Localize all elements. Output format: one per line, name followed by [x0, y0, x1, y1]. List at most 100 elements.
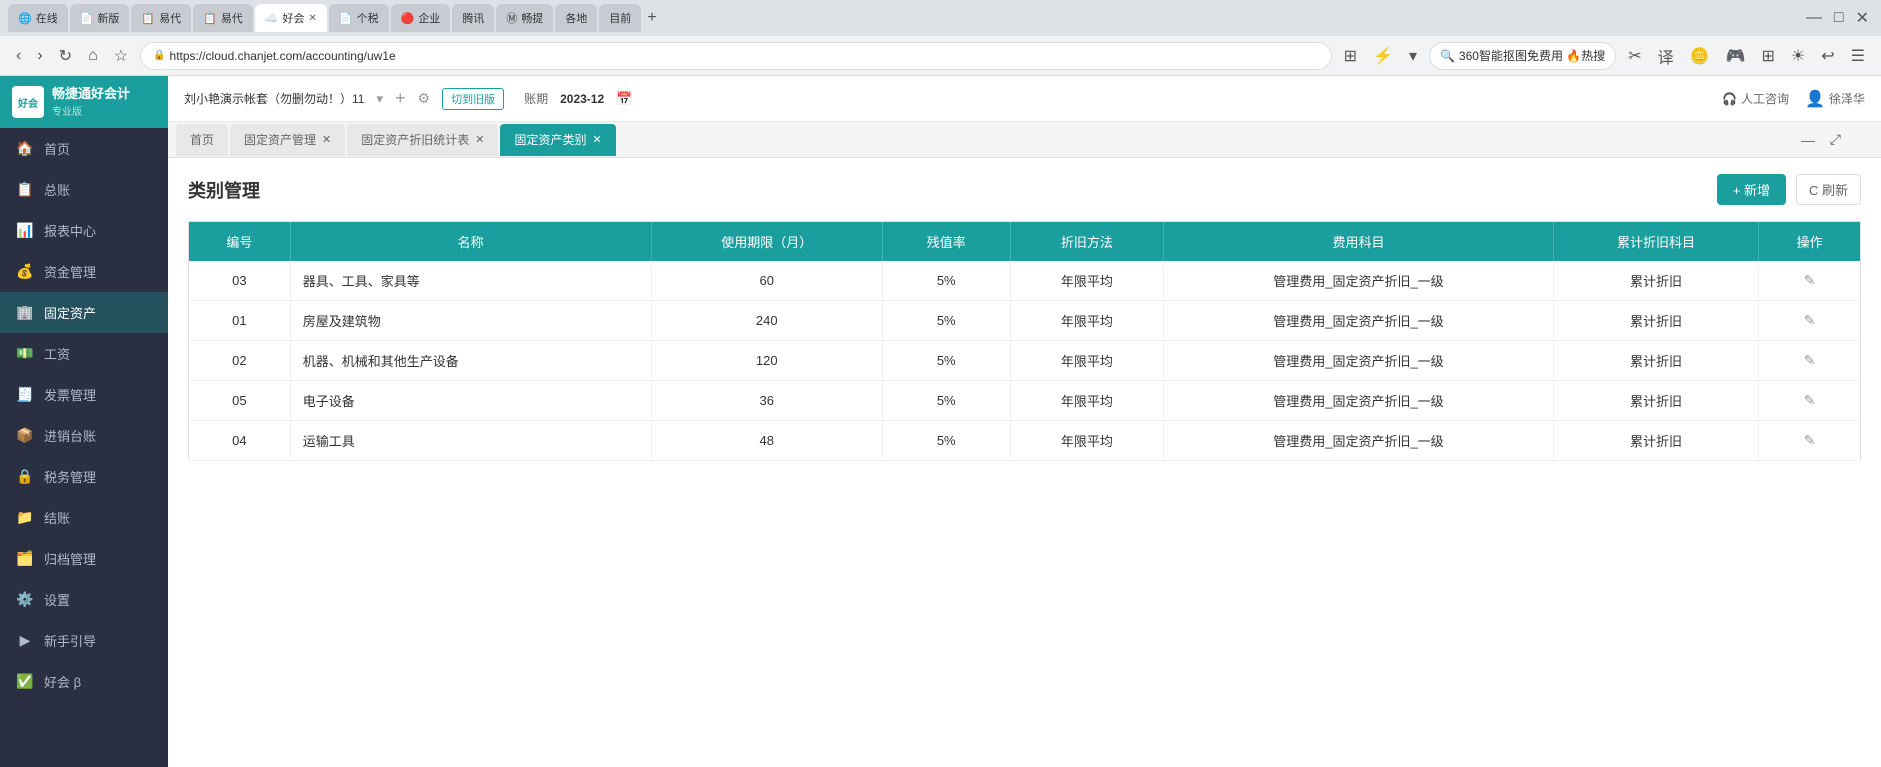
- extensions-button[interactable]: ⊞: [1340, 42, 1361, 70]
- sidebar-item-guide[interactable]: ▶ 新手引导: [0, 620, 168, 661]
- dropdown-arrow[interactable]: ▾: [376, 91, 383, 107]
- grid-button[interactable]: ⊞: [1758, 42, 1779, 70]
- table-row: 01 房屋及建筑物 240 5% 年限平均 管理费用_固定资产折旧_一级 累计折…: [189, 301, 1861, 341]
- sidebar-label-guide: 新手引导: [44, 631, 96, 650]
- sidebar-item-payroll[interactable]: 💵 工资: [0, 333, 168, 374]
- browser-tab-1[interactable]: 📄 新版: [70, 4, 130, 32]
- back-button[interactable]: ‹: [12, 43, 25, 69]
- minimize-window-button[interactable]: —: [1795, 130, 1821, 150]
- lightning-button[interactable]: ⚡: [1369, 42, 1397, 70]
- add-button[interactable]: + 新增: [1717, 174, 1786, 205]
- cell-code-3[interactable]: 05: [189, 381, 291, 421]
- logo-icon: 好会: [12, 86, 44, 118]
- sidebar-item-home[interactable]: 🏠 首页: [0, 128, 168, 169]
- undo-button[interactable]: ↩: [1817, 42, 1838, 70]
- app-wrapper: 好会 畅捷通好会计 专业版 🏠 首页 📋 总账 📊 报表中心 💰 资金管理: [0, 76, 1881, 767]
- browser-tab-0[interactable]: 🌐 在线: [8, 4, 68, 32]
- tab-fixed-asset-mgmt-close[interactable]: ✕: [322, 133, 331, 146]
- edit-icon-0[interactable]: ✎: [1804, 272, 1816, 288]
- browser-tab-10[interactable]: 目前: [599, 4, 641, 32]
- cell-op-4[interactable]: ✎: [1759, 421, 1861, 461]
- cell-code-4[interactable]: 04: [189, 421, 291, 461]
- sidebar-item-settings[interactable]: ⚙️ 设置: [0, 579, 168, 620]
- service-button[interactable]: 🎧 人工咨询: [1722, 90, 1789, 107]
- reload-button[interactable]: ↻: [55, 42, 76, 70]
- cell-name-0: 器具、工具、家具等: [290, 261, 651, 301]
- tab-asset-category[interactable]: 固定资产类别 ✕: [500, 124, 615, 156]
- edit-icon-3[interactable]: ✎: [1804, 392, 1816, 408]
- user-profile[interactable]: 👤 徐泽华: [1805, 89, 1865, 109]
- new-tab-button[interactable]: +: [643, 5, 660, 31]
- tab-depreciation-table[interactable]: 固定资产折旧统计表 ✕: [347, 124, 498, 156]
- tab-home[interactable]: 首页: [176, 124, 228, 156]
- cell-op-1[interactable]: ✎: [1759, 301, 1861, 341]
- ledger-icon: 📋: [16, 181, 34, 198]
- browser-tab-8[interactable]: Ⓜ 畅提: [496, 4, 553, 32]
- browser-tab-3[interactable]: 📋 易代: [193, 4, 253, 32]
- cell-code-0[interactable]: 03: [189, 261, 291, 301]
- close-button[interactable]: ✕: [1852, 4, 1873, 32]
- sidebar-label-sales: 进销台账: [44, 426, 96, 445]
- bookmark-button[interactable]: ☆: [110, 42, 132, 70]
- cell-months-0: 60: [651, 261, 882, 301]
- browser-tab-close-4[interactable]: ✕: [309, 13, 317, 24]
- cell-op-3[interactable]: ✎: [1759, 381, 1861, 421]
- invoices-icon: 🧾: [16, 386, 34, 403]
- switch-version-button[interactable]: 切到旧版: [442, 88, 504, 110]
- edit-icon-1[interactable]: ✎: [1804, 312, 1816, 328]
- edit-icon-4[interactable]: ✎: [1804, 432, 1816, 448]
- cell-method-2: 年限平均: [1010, 341, 1164, 381]
- sidebar-item-ledger[interactable]: 📋 总账: [0, 169, 168, 210]
- settings-icon-button[interactable]: ⚙: [418, 90, 431, 107]
- cell-name-1: 房屋及建筑物: [290, 301, 651, 341]
- sidebar-item-fixed-assets[interactable]: 🏢 固定资产: [0, 292, 168, 333]
- forward-button[interactable]: ›: [33, 43, 46, 69]
- cell-accum-0: 累计折旧: [1553, 261, 1758, 301]
- cell-accum-3: 累计折旧: [1553, 381, 1758, 421]
- tab-fixed-asset-mgmt[interactable]: 固定资产管理 ✕: [230, 124, 345, 156]
- calendar-icon[interactable]: 📅: [616, 91, 632, 107]
- refresh-button[interactable]: C 刷新: [1796, 174, 1861, 205]
- translate-button[interactable]: 译: [1654, 40, 1678, 72]
- browser-tab-6[interactable]: 🔴 企业: [391, 4, 451, 32]
- minimize-button[interactable]: —: [1802, 5, 1826, 31]
- cell-op-0[interactable]: ✎: [1759, 261, 1861, 301]
- sidebar-item-reports[interactable]: 📊 报表中心: [0, 210, 168, 251]
- browser-tab-2[interactable]: 📋 易代: [131, 4, 191, 32]
- sidebar-item-funds[interactable]: 💰 资金管理: [0, 251, 168, 292]
- tab-depreciation-table-close[interactable]: ✕: [475, 133, 484, 146]
- search-bar[interactable]: 🔍 360智能抠图免费用 🔥热搜: [1429, 42, 1616, 70]
- settings-button[interactable]: ☀: [1787, 42, 1809, 70]
- scissors-button[interactable]: ✂: [1624, 42, 1645, 70]
- sidebar-item-sales[interactable]: 📦 进销台账: [0, 415, 168, 456]
- home-button[interactable]: ⌂: [84, 43, 102, 69]
- coins-button[interactable]: 🪙: [1686, 42, 1714, 70]
- sidebar-label-funds: 资金管理: [44, 262, 96, 281]
- edit-icon-2[interactable]: ✎: [1804, 352, 1816, 368]
- browser-tab-5[interactable]: 📄 个税: [329, 4, 389, 32]
- cell-op-2[interactable]: ✎: [1759, 341, 1861, 381]
- table-body: 03 器具、工具、家具等 60 5% 年限平均 管理费用_固定资产折旧_一级 累…: [189, 261, 1861, 461]
- sidebar-item-beta[interactable]: ✅ 好会 β: [0, 661, 168, 702]
- tab-asset-category-close[interactable]: ✕: [593, 133, 602, 146]
- sidebar-item-archive[interactable]: 🗂️ 归档管理: [0, 538, 168, 579]
- browser-tab-4[interactable]: ☁️ 好会 ✕: [255, 4, 327, 32]
- browser-tab-7[interactable]: 腾讯: [452, 4, 494, 32]
- logo-title: 畅捷通好会计: [52, 86, 130, 103]
- cell-code-1[interactable]: 01: [189, 301, 291, 341]
- sidebar-item-invoices[interactable]: 🧾 发票管理: [0, 374, 168, 415]
- browser-tab-9[interactable]: 各地: [555, 4, 597, 32]
- expand-window-button[interactable]: ⤢: [1824, 129, 1847, 150]
- sidebar-item-tax[interactable]: 🔒 税务管理: [0, 456, 168, 497]
- header-right: 🎧 人工咨询 👤 徐泽华: [1722, 89, 1865, 109]
- cell-code-2[interactable]: 02: [189, 341, 291, 381]
- table-row: 04 运输工具 48 5% 年限平均 管理费用_固定资产折旧_一级 累计折旧 ✎: [189, 421, 1861, 461]
- col-op: 操作: [1759, 222, 1861, 262]
- sidebar-item-close[interactable]: 📁 结账: [0, 497, 168, 538]
- address-bar[interactable]: 🔒 https://cloud.chanjet.com/accounting/u…: [140, 42, 1332, 70]
- games-button[interactable]: 🎮: [1722, 42, 1750, 70]
- maximize-button[interactable]: □: [1830, 5, 1848, 31]
- menu-button[interactable]: ☰: [1847, 42, 1869, 70]
- add-account-button[interactable]: +: [395, 88, 406, 109]
- dropdown-button[interactable]: ▾: [1405, 42, 1421, 70]
